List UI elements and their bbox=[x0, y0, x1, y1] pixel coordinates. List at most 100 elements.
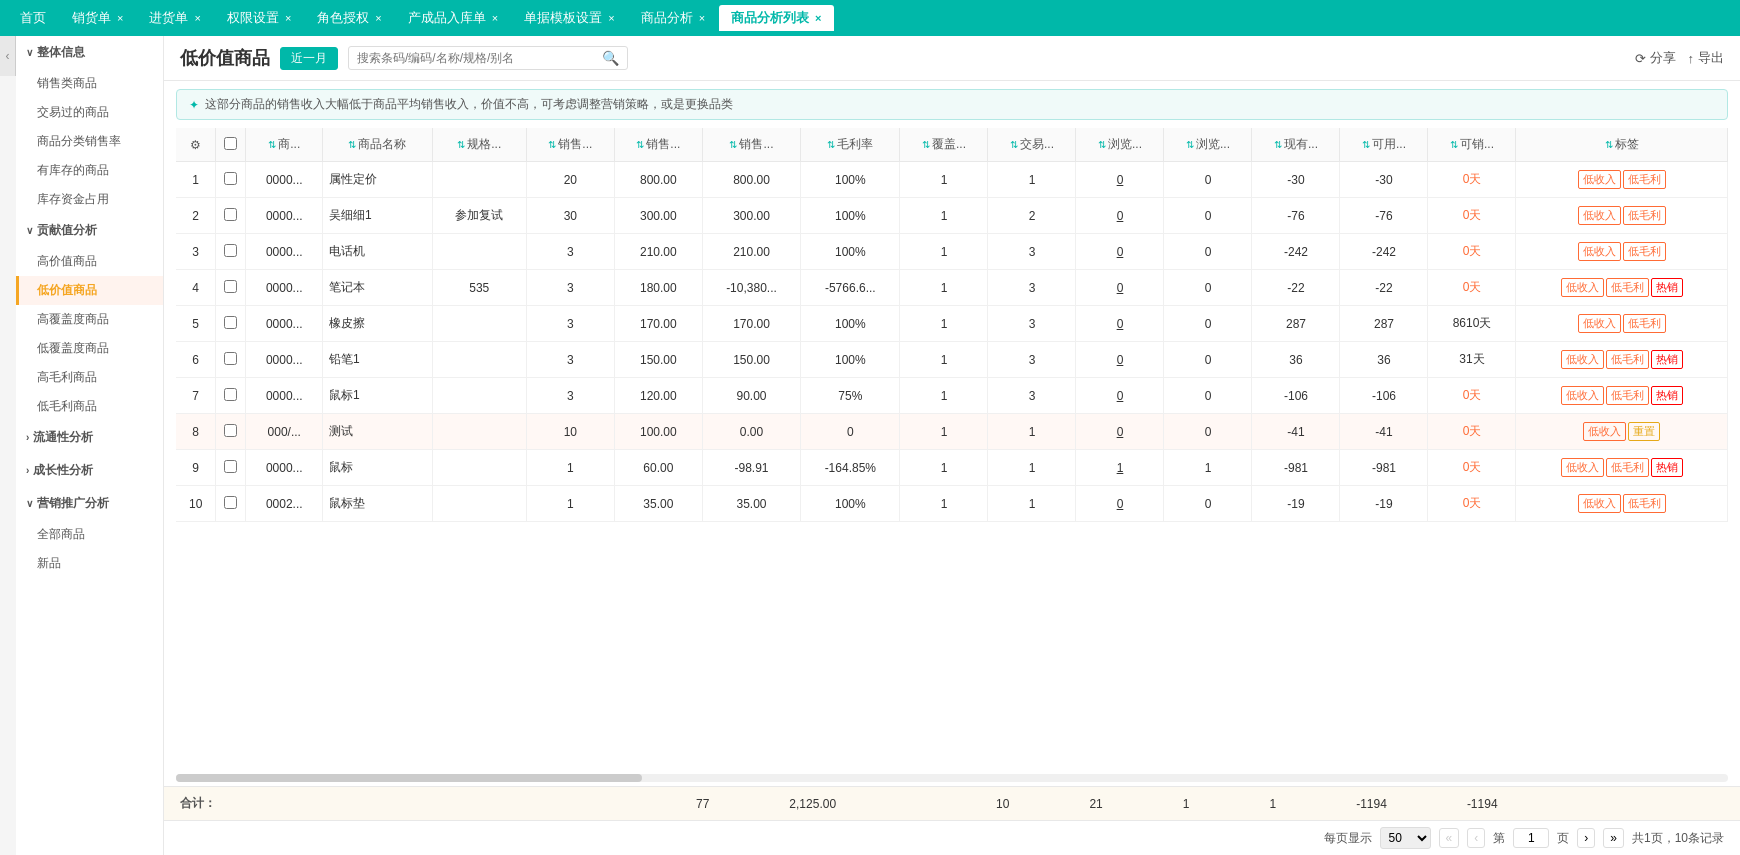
search-input[interactable] bbox=[357, 51, 596, 65]
first-page-btn[interactable]: « bbox=[1439, 828, 1460, 848]
row-checkbox[interactable] bbox=[224, 496, 237, 509]
sidebar-group-营销推广分析[interactable]: ∨营销推广分析 bbox=[16, 487, 163, 520]
nav-item-单据模板设置[interactable]: 单据模板设置× bbox=[512, 5, 626, 31]
last-page-btn[interactable]: » bbox=[1603, 828, 1624, 848]
col-trade[interactable]: ⇅交易... bbox=[988, 128, 1076, 162]
sidebar-item-销售类商品[interactable]: 销售类商品 bbox=[16, 69, 163, 98]
search-icon[interactable]: 🔍 bbox=[602, 50, 619, 66]
row-checkbox-cell[interactable] bbox=[216, 162, 246, 198]
col-sale-amount[interactable]: ⇅销售... bbox=[702, 128, 800, 162]
browse1-link[interactable]: 0 bbox=[1117, 281, 1124, 295]
sidebar-item-低毛利商品[interactable]: 低毛利商品 bbox=[16, 392, 163, 421]
nav-close-icon[interactable]: × bbox=[699, 12, 705, 24]
browse1-link[interactable]: 0 bbox=[1117, 389, 1124, 403]
browse1-link[interactable]: 0 bbox=[1117, 317, 1124, 331]
row-browse1[interactable]: 0 bbox=[1076, 306, 1164, 342]
row-browse1[interactable]: 0 bbox=[1076, 414, 1164, 450]
row-browse1[interactable]: 0 bbox=[1076, 486, 1164, 522]
row-checkbox[interactable] bbox=[224, 424, 237, 437]
nav-item-进货单[interactable]: 进货单× bbox=[137, 5, 212, 31]
nav-close-icon[interactable]: × bbox=[375, 12, 381, 24]
select-all-checkbox[interactable] bbox=[224, 137, 237, 150]
sidebar-group-成长性分析[interactable]: ›成长性分析 bbox=[16, 454, 163, 487]
row-browse1[interactable]: 0 bbox=[1076, 162, 1164, 198]
nav-close-icon[interactable]: × bbox=[815, 12, 821, 24]
horizontal-scrollbar[interactable] bbox=[176, 774, 1728, 782]
sidebar-group-贡献值分析[interactable]: ∨贡献值分析 bbox=[16, 214, 163, 247]
nav-close-icon[interactable]: × bbox=[285, 12, 291, 24]
sidebar-item-商品分类销售率[interactable]: 商品分类销售率 bbox=[16, 127, 163, 156]
browse1-link[interactable]: 0 bbox=[1117, 209, 1124, 223]
col-browse1[interactable]: ⇅浏览... bbox=[1076, 128, 1164, 162]
prev-page-btn[interactable]: ‹ bbox=[1467, 828, 1485, 848]
row-browse1[interactable]: 0 bbox=[1076, 234, 1164, 270]
row-checkbox[interactable] bbox=[224, 280, 237, 293]
share-btn[interactable]: ⟳ 分享 bbox=[1635, 49, 1676, 67]
row-checkbox[interactable] bbox=[224, 244, 237, 257]
col-spec[interactable]: ⇅规格... bbox=[432, 128, 526, 162]
sidebar-group-整体信息[interactable]: ∨整体信息 bbox=[16, 36, 163, 69]
settings-icon[interactable]: ⚙ bbox=[190, 138, 201, 152]
nav-item-首页[interactable]: 首页 bbox=[8, 5, 58, 31]
col-tags[interactable]: ⇅标签 bbox=[1516, 128, 1728, 162]
sidebar-item-低价值商品[interactable]: 低价值商品 bbox=[16, 276, 163, 305]
col-name[interactable]: ⇅商品名称 bbox=[323, 128, 433, 162]
nav-close-icon[interactable]: × bbox=[608, 12, 614, 24]
sidebar-item-库存资金占用[interactable]: 库存资金占用 bbox=[16, 185, 163, 214]
row-checkbox-cell[interactable] bbox=[216, 486, 246, 522]
nav-close-icon[interactable]: × bbox=[492, 12, 498, 24]
filter-recent-month-btn[interactable]: 近一月 bbox=[280, 47, 338, 70]
row-checkbox-cell[interactable] bbox=[216, 378, 246, 414]
row-checkbox-cell[interactable] bbox=[216, 414, 246, 450]
browse1-link[interactable]: 0 bbox=[1117, 173, 1124, 187]
page-input[interactable] bbox=[1513, 828, 1549, 848]
col-current[interactable]: ⇅现有... bbox=[1252, 128, 1340, 162]
row-browse1[interactable]: 0 bbox=[1076, 270, 1164, 306]
sidebar-group-流通性分析[interactable]: ›流通性分析 bbox=[16, 421, 163, 454]
browse1-link[interactable]: 0 bbox=[1117, 497, 1124, 511]
row-checkbox[interactable] bbox=[224, 388, 237, 401]
row-browse1[interactable]: 1 bbox=[1076, 450, 1164, 486]
browse1-link[interactable]: 0 bbox=[1117, 353, 1124, 367]
scroll-thumb[interactable] bbox=[176, 774, 642, 782]
row-checkbox[interactable] bbox=[224, 352, 237, 365]
sidebar-collapse-btn[interactable]: ‹ bbox=[0, 36, 16, 76]
row-checkbox-cell[interactable] bbox=[216, 198, 246, 234]
nav-close-icon[interactable]: × bbox=[117, 12, 123, 24]
nav-item-商品分析[interactable]: 商品分析× bbox=[629, 5, 717, 31]
nav-item-销货单[interactable]: 销货单× bbox=[60, 5, 135, 31]
col-coverage[interactable]: ⇅覆盖... bbox=[900, 128, 988, 162]
row-checkbox[interactable] bbox=[224, 460, 237, 473]
col-saleable[interactable]: ⇅可销... bbox=[1428, 128, 1516, 162]
sidebar-item-全部商品[interactable]: 全部商品 bbox=[16, 520, 163, 549]
col-gross-rate[interactable]: ⇅毛利率 bbox=[801, 128, 900, 162]
sidebar-item-高毛利商品[interactable]: 高毛利商品 bbox=[16, 363, 163, 392]
col-available[interactable]: ⇅可用... bbox=[1340, 128, 1428, 162]
row-checkbox[interactable] bbox=[224, 316, 237, 329]
nav-item-产成品入库单[interactable]: 产成品入库单× bbox=[396, 5, 510, 31]
sidebar-item-高价值商品[interactable]: 高价值商品 bbox=[16, 247, 163, 276]
sidebar-item-低覆盖度商品[interactable]: 低覆盖度商品 bbox=[16, 334, 163, 363]
sidebar-item-交易过的商品[interactable]: 交易过的商品 bbox=[16, 98, 163, 127]
page-size-select[interactable]: 2050100 bbox=[1380, 827, 1431, 849]
nav-item-商品分析列表[interactable]: 商品分析列表× bbox=[719, 5, 833, 31]
browse1-link[interactable]: 0 bbox=[1117, 425, 1124, 439]
sidebar-item-新品[interactable]: 新品 bbox=[16, 549, 163, 578]
nav-item-角色授权[interactable]: 角色授权× bbox=[305, 5, 393, 31]
row-checkbox-cell[interactable] bbox=[216, 270, 246, 306]
nav-item-权限设置[interactable]: 权限设置× bbox=[215, 5, 303, 31]
nav-close-icon[interactable]: × bbox=[194, 12, 200, 24]
browse1-link[interactable]: 1 bbox=[1117, 461, 1124, 475]
browse1-link[interactable]: 0 bbox=[1117, 245, 1124, 259]
sidebar-item-有库存的商品[interactable]: 有库存的商品 bbox=[16, 156, 163, 185]
col-code[interactable]: ⇅商... bbox=[246, 128, 323, 162]
next-page-btn[interactable]: › bbox=[1577, 828, 1595, 848]
row-browse1[interactable]: 0 bbox=[1076, 342, 1164, 378]
row-checkbox[interactable] bbox=[224, 172, 237, 185]
col-browse2[interactable]: ⇅浏览... bbox=[1164, 128, 1252, 162]
row-browse1[interactable]: 0 bbox=[1076, 378, 1164, 414]
row-checkbox-cell[interactable] bbox=[216, 306, 246, 342]
col-settings[interactable]: ⚙ bbox=[176, 128, 216, 162]
col-sale-price[interactable]: ⇅销售... bbox=[614, 128, 702, 162]
row-checkbox[interactable] bbox=[224, 208, 237, 221]
